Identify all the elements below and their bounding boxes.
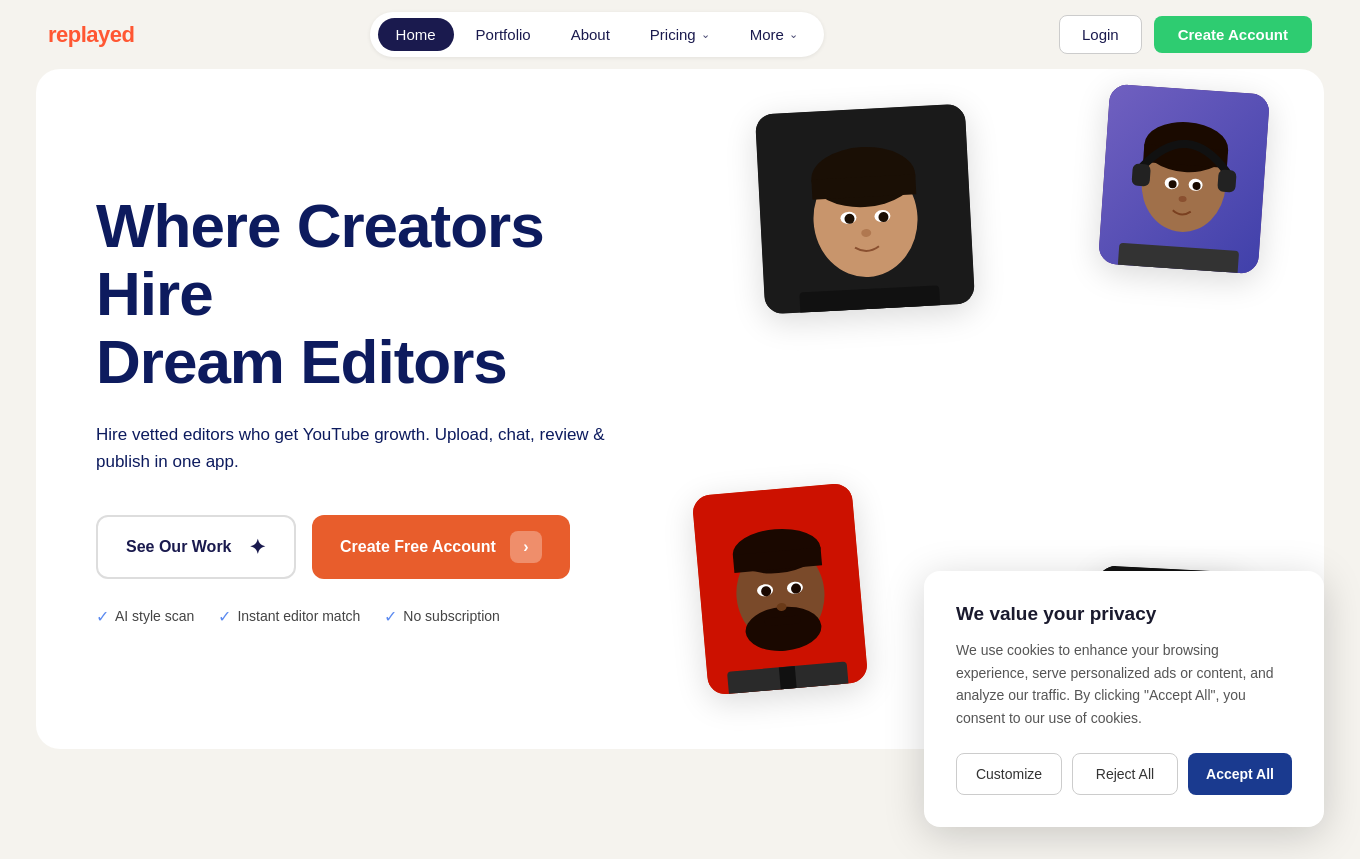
editor-photo-2 [1098,84,1270,275]
svg-point-26 [722,663,860,696]
svg-point-35 [776,603,787,612]
create-free-account-button[interactable]: Create Free Account › [312,515,570,579]
svg-point-19 [1164,177,1179,190]
svg-point-27 [732,540,828,647]
nav-menu: Home Portfolio About Pricing ⌄ More ⌄ [370,12,824,57]
svg-point-6 [874,210,891,223]
svg-point-15 [1143,119,1230,175]
svg-point-31 [757,584,774,597]
svg-rect-16 [1143,144,1228,168]
svg-rect-36 [765,615,802,626]
cookie-title: We value your privacy [956,603,1292,625]
svg-rect-29 [733,547,822,573]
svg-point-1 [799,285,944,314]
svg-point-21 [1168,180,1177,189]
svg-point-22 [1192,182,1201,191]
cookie-buttons: Customize Reject All Accept All [956,753,1292,795]
hero-title: Where Creators Hire Dream Editors [96,192,676,397]
nav-item-home[interactable]: Home [378,18,454,51]
svg-rect-4 [811,174,916,199]
nav-item-portfolio[interactable]: Portfolio [458,18,549,51]
svg-point-3 [810,144,917,209]
svg-point-13 [1113,250,1239,275]
svg-rect-0 [755,104,975,315]
svg-point-20 [1188,178,1203,191]
nav-item-pricing[interactable]: Pricing ⌄ [632,18,728,51]
logo[interactable]: replayed [48,22,135,48]
svg-point-8 [878,212,889,223]
sparkle-icon: ✦ [249,535,266,559]
create-account-button[interactable]: Create Account [1154,16,1312,53]
badge-ai-scan: ✓ AI style scan [96,607,194,626]
svg-point-32 [786,581,803,594]
svg-rect-12 [1098,84,1270,275]
svg-rect-38 [779,666,798,696]
reject-all-button[interactable]: Reject All [1072,753,1178,795]
svg-point-7 [844,214,855,225]
customize-button[interactable]: Customize [956,753,1062,795]
svg-point-33 [761,586,772,597]
more-chevron-icon: ⌄ [789,28,798,41]
svg-point-2 [811,158,921,279]
svg-point-28 [731,525,823,577]
svg-rect-37 [727,661,850,695]
svg-point-14 [1138,133,1228,235]
svg-rect-18 [1217,169,1236,192]
accept-all-button[interactable]: Accept All [1188,753,1292,795]
see-our-work-button[interactable]: See Our Work ✦ [96,515,296,579]
svg-point-23 [1178,196,1186,203]
cookie-body: We use cookies to enhance your browsing … [956,639,1292,729]
nav-item-more[interactable]: More ⌄ [732,18,816,51]
svg-rect-17 [1131,163,1150,186]
svg-point-30 [744,604,824,654]
check-icon-no-sub: ✓ [384,607,397,626]
hero-subtitle: Hire vetted editors who get YouTube grow… [96,421,616,475]
svg-point-5 [840,211,857,224]
badge-no-subscription: ✓ No subscription [384,607,500,626]
login-button[interactable]: Login [1059,15,1142,54]
svg-point-34 [791,583,802,594]
svg-rect-10 [799,285,941,314]
hero-cta-group: See Our Work ✦ Create Free Account › [96,515,676,579]
nav-actions: Login Create Account [1059,15,1312,54]
check-icon-ai: ✓ [96,607,109,626]
svg-rect-11 [1098,84,1270,275]
cookie-consent-modal: We value your privacy We use cookies to … [924,571,1324,827]
svg-rect-24 [1117,243,1239,275]
check-icon-instant: ✓ [218,607,231,626]
hero-content: Where Creators Hire Dream Editors Hire v… [36,132,736,686]
editor-photo-1 [755,104,975,315]
nav-item-about[interactable]: About [553,18,628,51]
arrow-icon: › [510,531,542,563]
feature-badges: ✓ AI style scan ✓ Instant editor match ✓… [96,607,676,626]
navbar: replayed Home Portfolio About Pricing ⌄ … [0,0,1360,69]
badge-instant-match: ✓ Instant editor match [218,607,360,626]
svg-point-9 [861,229,871,238]
pricing-chevron-icon: ⌄ [701,28,710,41]
brand-name: replayed [48,22,135,48]
